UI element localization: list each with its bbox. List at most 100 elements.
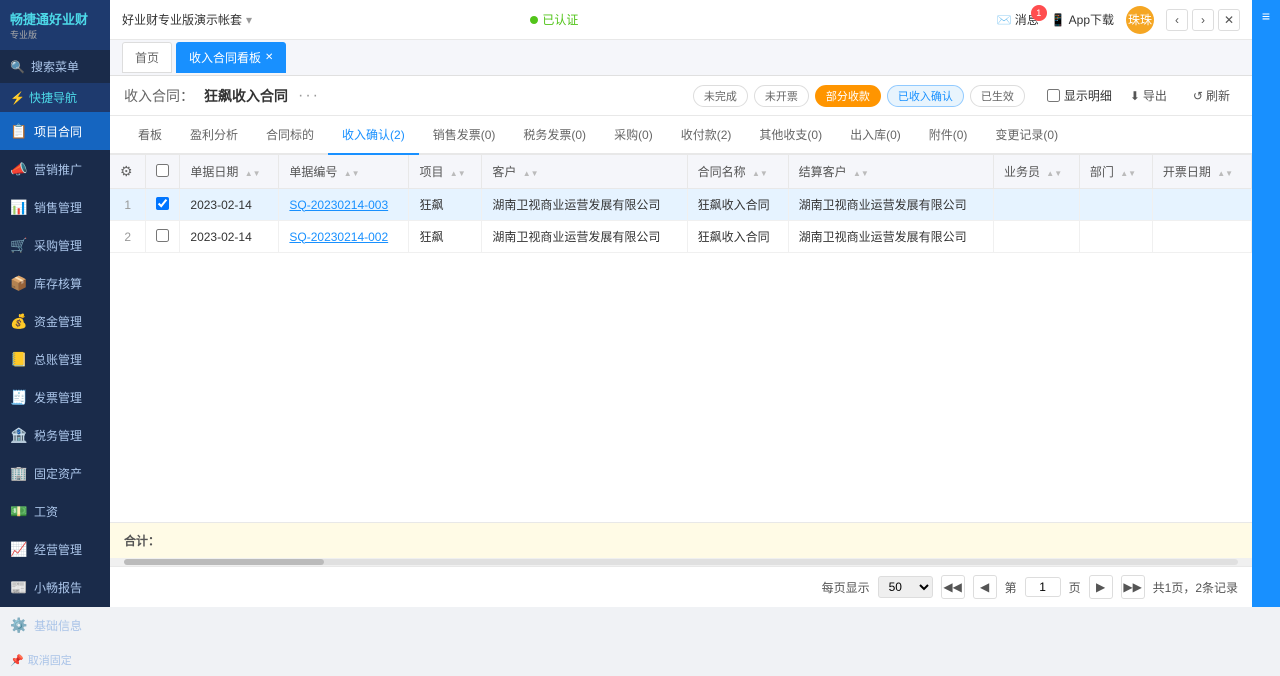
select-all-checkbox[interactable]	[156, 164, 169, 177]
row-result-customer-0: 湖南卫视商业运营发展有限公司	[788, 189, 993, 221]
sub-tab-6[interactable]: 采购(0)	[600, 116, 667, 153]
sidebar-item-2[interactable]: 📊销售管理	[0, 188, 110, 226]
sub-tab-8[interactable]: 其他收支(0)	[745, 116, 836, 153]
table-area: ⚙ 单据日期 ▲▼ 单据编号 ▲▼ 项目 ▲▼ 客户 ▲▼ 合同名称 ▲▼ 结算…	[110, 155, 1252, 607]
row-code-1[interactable]: SQ-20230214-002	[279, 221, 409, 253]
bottom-label: 取消固定	[28, 652, 72, 668]
horizontal-scrollbar[interactable]	[110, 558, 1252, 566]
sub-tab-10[interactable]: 附件(0)	[915, 116, 982, 153]
nav-close-button[interactable]: ✕	[1218, 9, 1240, 31]
col-dept-header[interactable]: 部门 ▲▼	[1079, 155, 1152, 189]
col-customer-header[interactable]: 客户 ▲▼	[482, 155, 687, 189]
nav-icon-6: 📒	[10, 350, 28, 368]
nav-label-4: 库存核算	[34, 275, 82, 292]
sub-tab-5[interactable]: 税务发票(0)	[509, 116, 600, 153]
col-code-header[interactable]: 单据编号 ▲▼	[279, 155, 409, 189]
sidebar-search[interactable]: 🔍 搜索菜单	[0, 50, 110, 83]
salesperson-sort-icon[interactable]: ▲▼	[1046, 169, 1062, 178]
sidebar-item-1[interactable]: 📣营销推广	[0, 150, 110, 188]
row-checkbox-0[interactable]	[146, 189, 180, 221]
sidebar-item-4[interactable]: 📦库存核算	[0, 264, 110, 302]
customer-sort-icon[interactable]: ▲▼	[523, 169, 539, 178]
tab-close-icon[interactable]: ✕	[265, 52, 273, 63]
col-invoice-date-header[interactable]: 开票日期 ▲▼	[1152, 155, 1251, 189]
dept-sort-icon[interactable]: ▲▼	[1120, 169, 1136, 178]
more-options-button[interactable]: ···	[298, 87, 320, 105]
sidebar-item-6[interactable]: 📒总账管理	[0, 340, 110, 378]
company-name: 好业财专业版演示帐套	[122, 11, 242, 28]
sub-tab-9[interactable]: 出入库(0)	[836, 116, 915, 153]
sub-tab-3[interactable]: 收入确认(2)	[328, 116, 419, 153]
sub-tab-2[interactable]: 合同标的	[252, 116, 328, 153]
col-contract-header[interactable]: 合同名称 ▲▼	[687, 155, 788, 189]
user-avatar[interactable]: 珠珠	[1126, 6, 1154, 34]
tab-income-label: 收入合同看板	[189, 49, 261, 66]
sub-tab-1[interactable]: 盈利分析	[176, 116, 252, 153]
status-effective[interactable]: 已生效	[970, 85, 1025, 107]
sidebar-item-13[interactable]: ⚙️基础信息	[0, 606, 110, 644]
page-header: 收入合同： 狂飙收入合同 ··· 未完成 未开票 部分收款 已收入确认 已生效 …	[110, 76, 1252, 116]
sidebar-item-7[interactable]: 🧾发票管理	[0, 378, 110, 416]
page-number-input[interactable]	[1025, 577, 1061, 597]
scrollbar-thumb[interactable]	[124, 559, 324, 565]
refresh-button[interactable]: ↺ 刷新	[1185, 84, 1238, 107]
nav-arrows: ‹ › ✕	[1166, 9, 1240, 31]
col-salesperson-header[interactable]: 业务员 ▲▼	[993, 155, 1079, 189]
chevron-down-icon: ▾	[246, 13, 252, 27]
sidebar-bottom[interactable]: 📌 取消固定	[0, 644, 110, 676]
nav-forward-button[interactable]: ›	[1192, 9, 1214, 31]
sub-tab-0[interactable]: 看板	[124, 116, 176, 153]
status-confirmed[interactable]: 已收入确认	[887, 85, 964, 107]
result-sort-icon[interactable]: ▲▼	[853, 169, 869, 178]
sidebar-item-5[interactable]: 💰资金管理	[0, 302, 110, 340]
settings-icon[interactable]: ⚙	[120, 163, 133, 179]
prev-page-button[interactable]: ◀	[973, 575, 997, 599]
export-button[interactable]: ⬇ 导出	[1122, 84, 1175, 107]
project-sort-icon[interactable]: ▲▼	[450, 169, 466, 178]
row-project-1: 狂飙	[409, 221, 482, 253]
sidebar-item-12[interactable]: 📰小畅报告	[0, 568, 110, 606]
sidebar-item-3[interactable]: 🛒采购管理	[0, 226, 110, 264]
row-code-0[interactable]: SQ-20230214-003	[279, 189, 409, 221]
date-sort-icon[interactable]: ▲▼	[245, 169, 261, 178]
next-page-button[interactable]: ▶	[1089, 575, 1113, 599]
nav-back-button[interactable]: ‹	[1166, 9, 1188, 31]
company-selector[interactable]: 好业财专业版演示帐套 ▾	[122, 11, 520, 28]
sidebar-item-10[interactable]: 💵工资	[0, 492, 110, 530]
table-row[interactable]: 1 2023-02-14 SQ-20230214-003 狂飙 湖南卫视商业运营…	[110, 189, 1252, 221]
sidebar-item-11[interactable]: 📈经营管理	[0, 530, 110, 568]
status-partial-payment[interactable]: 部分收款	[815, 85, 881, 107]
code-sort-icon[interactable]: ▲▼	[344, 169, 360, 178]
sidebar-item-0[interactable]: 📋项目合同	[0, 112, 110, 150]
row-project-0: 狂飙	[409, 189, 482, 221]
col-result-customer-header[interactable]: 结算客户 ▲▼	[788, 155, 993, 189]
nav-icon-11: 📈	[10, 540, 28, 558]
sidebar-quicknav[interactable]: ⚡ 快捷导航	[0, 83, 110, 112]
row-checkbox-1[interactable]	[146, 221, 180, 253]
status-unfinished[interactable]: 未完成	[693, 85, 748, 107]
table-row[interactable]: 2 2023-02-14 SQ-20230214-002 狂飙 湖南卫视商业运营…	[110, 221, 1252, 253]
app-download-button[interactable]: 📱 App下载	[1051, 11, 1114, 28]
tab-home[interactable]: 首页	[122, 42, 172, 73]
sub-tab-11[interactable]: 变更记录(0)	[981, 116, 1072, 153]
app-sub: 专业版	[10, 28, 88, 41]
display-toggle[interactable]: 显示明细	[1047, 87, 1112, 104]
col-project-header[interactable]: 项目 ▲▼	[409, 155, 482, 189]
contract-sort-icon[interactable]: ▲▼	[752, 169, 768, 178]
sub-tab-4[interactable]: 销售发票(0)	[419, 116, 510, 153]
message-button[interactable]: ✉️ 1 消息	[997, 11, 1039, 28]
topbar-right: ✉️ 1 消息 📱 App下载 珠珠 ‹ › ✕	[997, 6, 1240, 34]
per-page-select[interactable]: 50 100	[878, 576, 933, 598]
col-date-header[interactable]: 单据日期 ▲▼	[180, 155, 279, 189]
sidebar-item-8[interactable]: 🏦税务管理	[0, 416, 110, 454]
sidebar-item-9[interactable]: 🏢固定资产	[0, 454, 110, 492]
last-page-button[interactable]: ▶▶	[1121, 575, 1145, 599]
right-panel-button[interactable]: ≡	[1254, 4, 1278, 28]
first-page-button[interactable]: ◀◀	[941, 575, 965, 599]
display-toggle-checkbox[interactable]	[1047, 89, 1060, 102]
invoice-date-sort-icon[interactable]: ▲▼	[1217, 169, 1233, 178]
status-uninvoiced[interactable]: 未开票	[754, 85, 809, 107]
sub-tab-7[interactable]: 收付款(2)	[667, 116, 746, 153]
nav-icon-7: 🧾	[10, 388, 28, 406]
tab-income-contract[interactable]: 收入合同看板 ✕	[176, 42, 286, 73]
